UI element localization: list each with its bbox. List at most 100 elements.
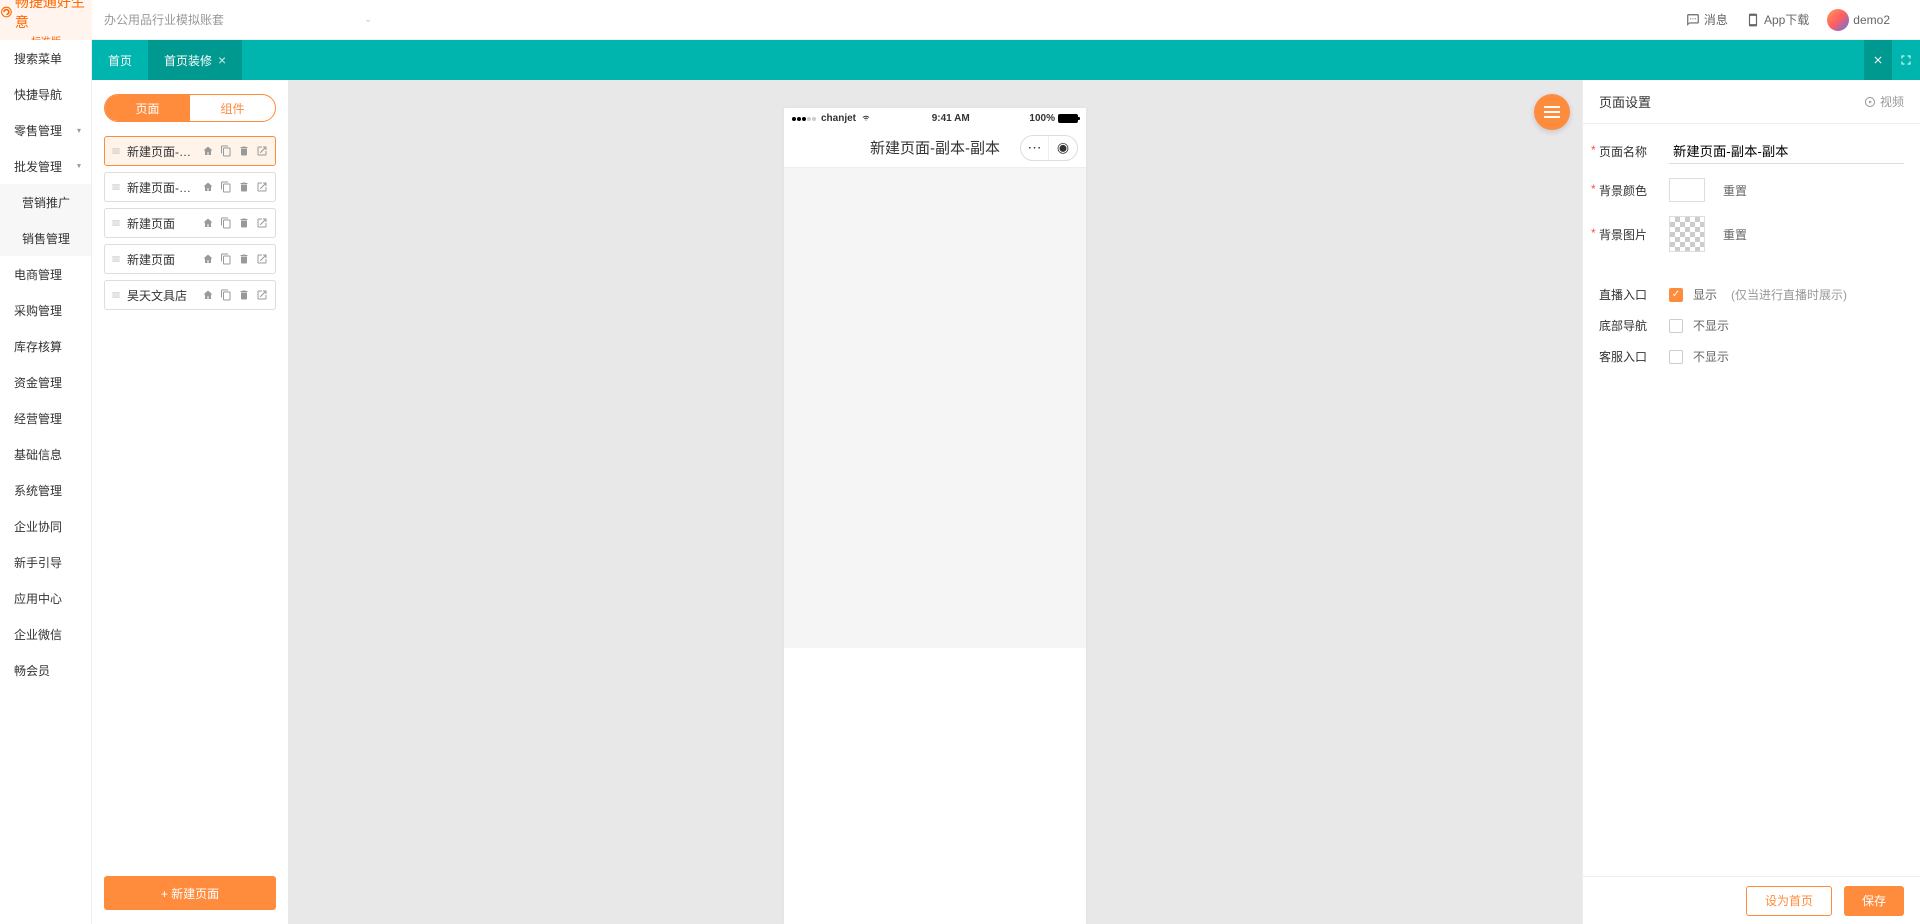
sidebar-item[interactable]: 批发管理▴ [0,148,91,184]
top-header: 畅捷通好生意 标准版 办公用品行业模拟账套 ⌄ 消息 App下载 demo2 [0,0,1920,40]
play-icon [1864,96,1876,108]
phone-body[interactable] [784,168,1086,648]
drag-handle-icon[interactable] [111,254,121,264]
miniprogram-capsule[interactable]: ⋯ ◉ [1020,135,1078,161]
sidebar-item[interactable]: 畅会员 [0,652,91,688]
message-icon [1686,13,1700,27]
page-home-icon[interactable] [201,144,215,158]
new-page-button[interactable]: + 新建页面 [104,876,276,910]
avatar [1827,9,1849,31]
page-open-icon[interactable] [255,180,269,194]
drag-handle-icon[interactable] [111,218,121,228]
settings-title: 页面设置 [1599,92,1651,111]
sidebar-subitem[interactable]: 营销推广 [0,184,91,220]
tab[interactable]: 首页 [92,40,148,80]
drag-handle-icon[interactable] [111,182,121,192]
bottom-nav-label: 底部导航 [1599,317,1659,334]
float-menu-button[interactable] [1534,94,1570,130]
page-delete-icon[interactable] [237,144,251,158]
sidebar-item[interactable]: 库存核算 [0,328,91,364]
tab-close-button[interactable] [1864,40,1892,80]
sidebar-item[interactable]: 搜索菜单 [0,40,91,76]
page-delete-icon[interactable] [237,216,251,230]
page-home-icon[interactable] [201,180,215,194]
sidebar-item[interactable]: 新手引导 [0,544,91,580]
tab[interactable]: 首页装修× [148,40,242,80]
save-button[interactable]: 保存 [1844,886,1904,916]
video-link[interactable]: 视频 [1864,93,1904,110]
bg-color-picker[interactable] [1669,178,1705,202]
phone-status-bar: chanjet 9:41 AM 100% [784,108,1086,128]
bg-image-picker[interactable] [1669,216,1705,252]
account-name: 办公用品行业模拟账套 [104,11,224,28]
sidebar-item[interactable]: 零售管理▾ [0,112,91,148]
page-delete-icon[interactable] [237,180,251,194]
capsule-close-icon: ◉ [1049,136,1077,160]
page-item[interactable]: 昊天文具店 [104,280,276,310]
sidebar-subitem[interactable]: 销售管理 [0,220,91,256]
phone-title: 新建页面-副本-副本 [870,137,1000,158]
page-open-icon[interactable] [255,216,269,230]
capsule-menu-icon: ⋯ [1021,136,1049,160]
page-copy-icon[interactable] [219,288,233,302]
page-open-icon[interactable] [255,252,269,266]
drag-handle-icon[interactable] [111,290,121,300]
account-dropdown[interactable]: 办公用品行业模拟账套 ⌄ [104,11,372,28]
sidebar-item[interactable]: 基础信息 [0,436,91,472]
canvas: chanjet 9:41 AM 100% 新建页面-副本-副本 [288,80,1582,924]
phone-icon [1746,13,1760,27]
battery-icon [1058,114,1078,123]
page-copy-icon[interactable] [219,216,233,230]
page-name-input[interactable] [1669,138,1904,164]
tab-bar: 首页首页装修× [92,40,1920,80]
page-delete-icon[interactable] [237,288,251,302]
user-menu[interactable]: demo2 [1827,9,1890,31]
page-item[interactable]: 新建页面 [104,244,276,274]
page-open-icon[interactable] [255,288,269,302]
drag-handle-icon[interactable] [111,146,121,156]
segment-tabs: 页面 组件 [104,94,276,122]
set-home-button[interactable]: 设为首页 [1746,886,1832,916]
sidebar-item[interactable]: 快捷导航 [0,76,91,112]
seg-tab-page[interactable]: 页面 [105,95,190,121]
bg-image-reset[interactable]: 重置 [1723,226,1747,243]
bg-color-label: 背景颜色 [1599,182,1659,199]
chevron-icon: ▴ [77,162,81,171]
page-item[interactable]: 新建页面 [104,208,276,238]
page-copy-icon[interactable] [219,180,233,194]
bg-color-reset[interactable]: 重置 [1723,182,1747,199]
bg-image-label: 背景图片 [1599,226,1659,243]
sidebar-item[interactable]: 系统管理 [0,472,91,508]
tab-close-icon[interactable]: × [218,52,226,68]
service-checkbox[interactable] [1669,350,1683,364]
page-item[interactable]: 新建页面-副本-... [104,136,276,166]
sidebar-item[interactable]: 采购管理 [0,292,91,328]
app-download-button[interactable]: App下载 [1746,11,1809,28]
wifi-icon [860,112,872,125]
sidebar-item[interactable]: 应用中心 [0,580,91,616]
page-item-name: 新建页面-副本 [127,179,195,196]
sidebar-item[interactable]: 企业协同 [0,508,91,544]
seg-tab-component[interactable]: 组件 [190,95,275,121]
sidebar-item[interactable]: 企业微信 [0,616,91,652]
sidebar-item[interactable]: 经营管理 [0,400,91,436]
page-home-icon[interactable] [201,288,215,302]
sidebar-item[interactable]: 资金管理 [0,364,91,400]
fullscreen-button[interactable] [1892,40,1920,80]
page-copy-icon[interactable] [219,252,233,266]
live-entry-checkbox[interactable]: ✓ [1669,288,1683,302]
page-item-name: 新建页面 [127,215,195,232]
page-open-icon[interactable] [255,144,269,158]
logo[interactable]: 畅捷通好生意 标准版 [0,0,92,40]
service-label: 客服入口 [1599,348,1659,365]
page-delete-icon[interactable] [237,252,251,266]
sidebar-item[interactable]: 电商管理 [0,256,91,292]
page-item[interactable]: 新建页面-副本 [104,172,276,202]
page-copy-icon[interactable] [219,144,233,158]
page-home-icon[interactable] [201,216,215,230]
fullscreen-icon [1900,54,1912,66]
message-button[interactable]: 消息 [1686,11,1728,28]
page-item-name: 新建页面 [127,251,195,268]
page-home-icon[interactable] [201,252,215,266]
bottom-nav-checkbox[interactable] [1669,319,1683,333]
